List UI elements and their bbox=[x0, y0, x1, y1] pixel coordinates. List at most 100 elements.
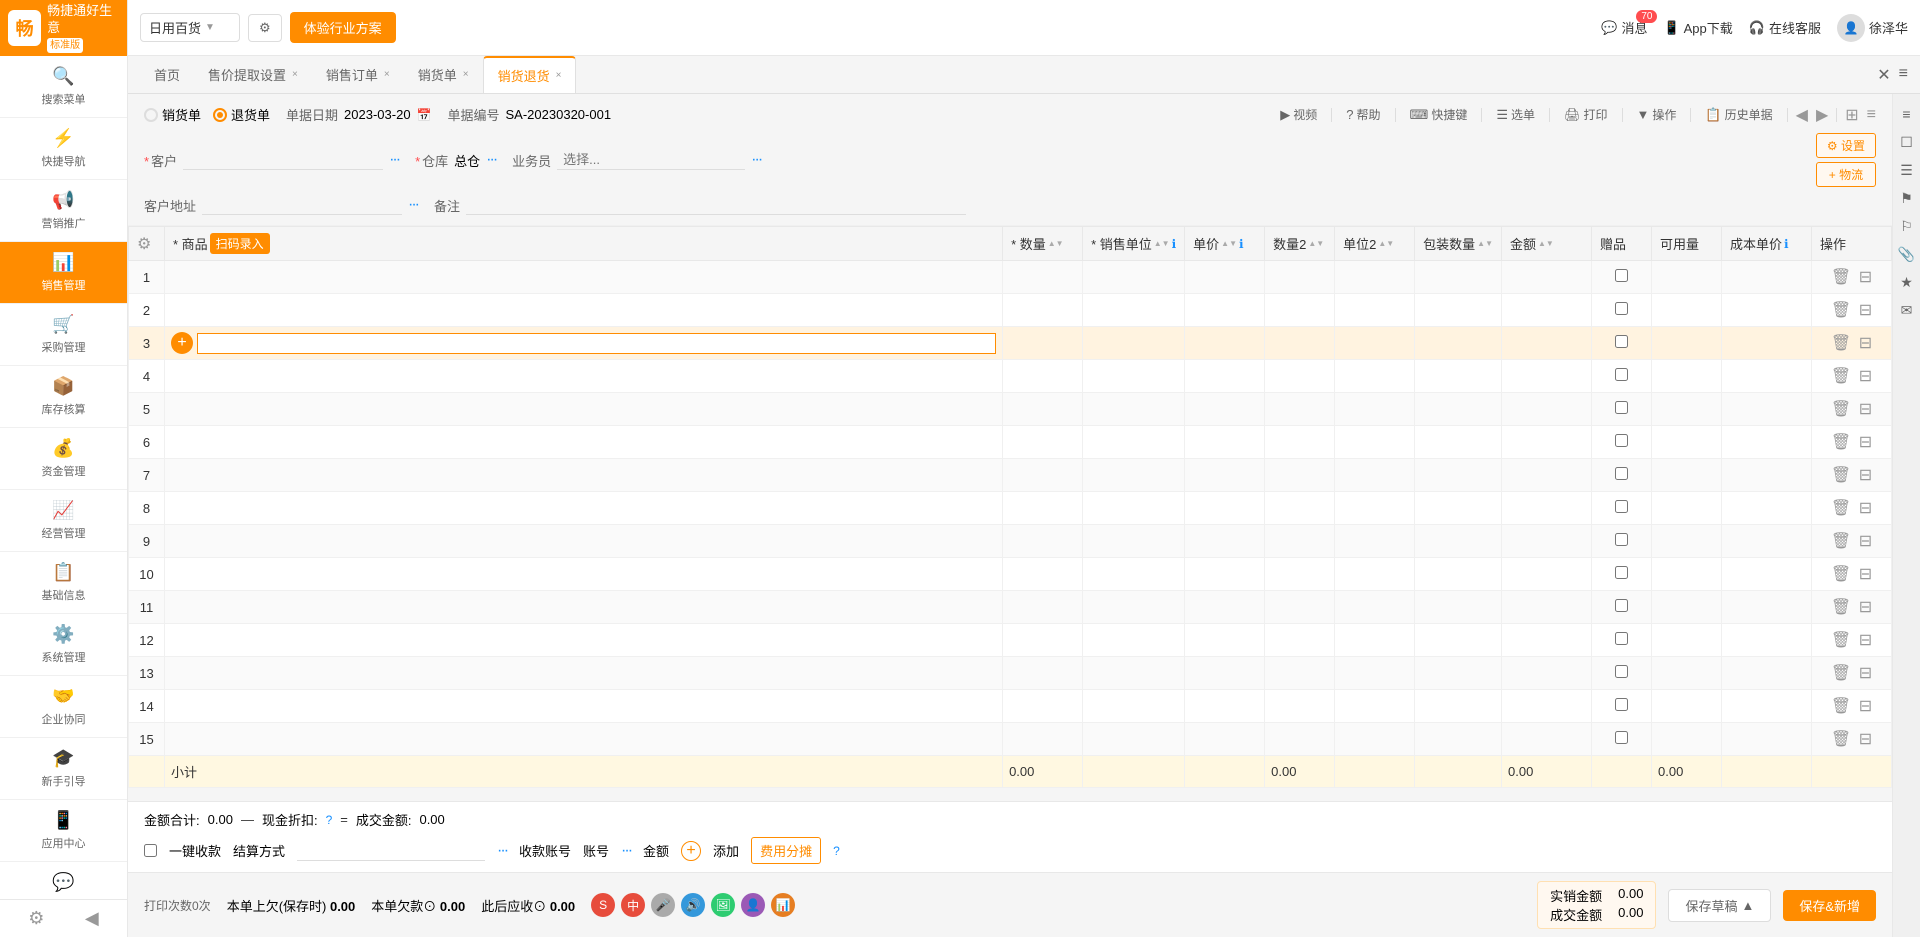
unit-cell-8[interactable] bbox=[1083, 492, 1185, 525]
avail-cell-9[interactable] bbox=[1652, 525, 1722, 558]
video-btn[interactable]: ▶ 视频 bbox=[1274, 104, 1323, 125]
nav-prev-icon[interactable]: ◀ bbox=[1796, 105, 1808, 125]
pack-cell-5[interactable] bbox=[1415, 393, 1502, 426]
qty2-cell-5[interactable] bbox=[1265, 393, 1335, 426]
pack-cell-2[interactable] bbox=[1415, 294, 1502, 327]
discount-help-icon[interactable]: ? bbox=[326, 813, 333, 827]
price-cell-7[interactable] bbox=[1185, 459, 1265, 492]
qty-cell-8[interactable] bbox=[1003, 492, 1083, 525]
qty2-cell-13[interactable] bbox=[1265, 657, 1335, 690]
collapse-icon[interactable]: ◀ bbox=[85, 908, 99, 929]
icon8[interactable]: ✉ bbox=[1895, 298, 1919, 322]
radio-return[interactable]: 退货单 bbox=[213, 105, 270, 124]
avail-cell-14[interactable] bbox=[1652, 690, 1722, 723]
gift-cell-9[interactable] bbox=[1592, 525, 1652, 558]
gift-cell-7[interactable] bbox=[1592, 459, 1652, 492]
amount-cell-10[interactable] bbox=[1502, 558, 1592, 591]
pack-cell-8[interactable] bbox=[1415, 492, 1502, 525]
qty-cell-1[interactable] bbox=[1003, 261, 1083, 294]
copy-btn-9[interactable]: ⊟ bbox=[1857, 529, 1874, 553]
gift-cell-12[interactable] bbox=[1592, 624, 1652, 657]
gift-cell-15[interactable] bbox=[1592, 723, 1652, 756]
unit2-cell-11[interactable] bbox=[1335, 591, 1415, 624]
qty2-cell-8[interactable] bbox=[1265, 492, 1335, 525]
settings-icon[interactable]: ⚙ bbox=[28, 908, 44, 929]
operation-btn[interactable]: ▼ 操作 bbox=[1631, 104, 1683, 125]
copy-btn-3[interactable]: ⊟ bbox=[1857, 331, 1874, 355]
radio-delivery[interactable]: 销货单 bbox=[144, 105, 201, 124]
one-click-payment-check[interactable] bbox=[144, 844, 157, 857]
qty2-cell-4[interactable] bbox=[1265, 360, 1335, 393]
sidebar-item-system[interactable]: ⚙️系统管理 bbox=[0, 614, 127, 676]
message-btn[interactable]: 💬 消息 70 bbox=[1601, 18, 1647, 37]
tab-menu-icon[interactable]: ≡ bbox=[1899, 65, 1908, 85]
avail-cell-15[interactable] bbox=[1652, 723, 1722, 756]
delete-btn-4[interactable]: 🗑 bbox=[1829, 364, 1853, 388]
add-payment-btn[interactable]: + bbox=[681, 841, 701, 861]
gift-check-12[interactable] bbox=[1615, 632, 1628, 645]
pack-cell-12[interactable] bbox=[1415, 624, 1502, 657]
table-settings-icon[interactable]: ⚙ bbox=[137, 236, 151, 253]
customer-dots[interactable]: ··· bbox=[389, 151, 399, 169]
avail-cell-2[interactable] bbox=[1652, 294, 1722, 327]
tab-sales-return[interactable]: 销货退货 × bbox=[483, 56, 577, 93]
qty2-cell-10[interactable] bbox=[1265, 558, 1335, 591]
delete-btn-10[interactable]: 🗑 bbox=[1829, 562, 1853, 586]
product-cell-9[interactable] bbox=[165, 525, 1003, 558]
copy-btn-13[interactable]: ⊟ bbox=[1857, 661, 1874, 685]
copy-btn-2[interactable]: ⊟ bbox=[1857, 298, 1874, 322]
unit2-cell-5[interactable] bbox=[1335, 393, 1415, 426]
unit2-cell-10[interactable] bbox=[1335, 558, 1415, 591]
copy-btn-6[interactable]: ⊟ bbox=[1857, 430, 1874, 454]
amount-cell-5[interactable] bbox=[1502, 393, 1592, 426]
price-cell-9[interactable] bbox=[1185, 525, 1265, 558]
online-service-btn[interactable]: 🎧 在线客服 bbox=[1749, 18, 1821, 37]
qty-cell-6[interactable] bbox=[1003, 426, 1083, 459]
cost-cell-9[interactable] bbox=[1722, 525, 1812, 558]
pack-cell-10[interactable] bbox=[1415, 558, 1502, 591]
cost-cell-4[interactable] bbox=[1722, 360, 1812, 393]
calc-method-input[interactable] bbox=[297, 841, 485, 861]
price-cell-2[interactable] bbox=[1185, 294, 1265, 327]
pack-cell-6[interactable] bbox=[1415, 426, 1502, 459]
history-btn[interactable]: 📋 历史单据 bbox=[1699, 104, 1778, 125]
sidebar-item-weixin[interactable]: 💬企业微信 bbox=[0, 862, 127, 899]
logistics-btn[interactable]: + 物流 bbox=[1816, 162, 1876, 187]
gift-check-8[interactable] bbox=[1615, 500, 1628, 513]
settings-form-btn[interactable]: ⚙ 设置 bbox=[1816, 133, 1876, 158]
voice-icon[interactable]: 🔊 bbox=[681, 893, 705, 917]
unit2-cell-12[interactable] bbox=[1335, 624, 1415, 657]
product-cell-1[interactable] bbox=[165, 261, 1003, 294]
gift-cell-1[interactable] bbox=[1592, 261, 1652, 294]
gift-check-15[interactable] bbox=[1615, 731, 1628, 744]
salesperson-dots[interactable]: ··· bbox=[751, 151, 761, 169]
qty2-cell-15[interactable] bbox=[1265, 723, 1335, 756]
gift-check-13[interactable] bbox=[1615, 665, 1628, 678]
qty2-cell-2[interactable] bbox=[1265, 294, 1335, 327]
avail-cell-11[interactable] bbox=[1652, 591, 1722, 624]
icon1[interactable]: ≡ bbox=[1895, 102, 1919, 126]
sidebar-item-quicknav[interactable]: ⚡快捷导航 bbox=[0, 118, 127, 180]
date-picker-icon[interactable]: 📅 bbox=[417, 108, 432, 122]
product-cell-15[interactable] bbox=[165, 723, 1003, 756]
gift-cell-11[interactable] bbox=[1592, 591, 1652, 624]
qty-cell-3[interactable] bbox=[1003, 327, 1083, 360]
unit2-cell-3[interactable] bbox=[1335, 327, 1415, 360]
account-dots[interactable]: ··· bbox=[621, 842, 631, 860]
delete-btn-12[interactable]: 🗑 bbox=[1829, 628, 1853, 652]
copy-btn-11[interactable]: ⊟ bbox=[1857, 595, 1874, 619]
amount-cell-9[interactable] bbox=[1502, 525, 1592, 558]
gift-check-7[interactable] bbox=[1615, 467, 1628, 480]
print-btn[interactable]: 🖨 打印 bbox=[1558, 104, 1614, 125]
price-cell-3[interactable] bbox=[1185, 327, 1265, 360]
sidebar-item-enterprise[interactable]: 🤝企业协同 bbox=[0, 676, 127, 738]
price-cell-4[interactable] bbox=[1185, 360, 1265, 393]
gift-cell-13[interactable] bbox=[1592, 657, 1652, 690]
product-input-3[interactable] bbox=[197, 333, 996, 354]
gift-check-9[interactable] bbox=[1615, 533, 1628, 546]
unit-cell-14[interactable] bbox=[1083, 690, 1185, 723]
unit2-cell-6[interactable] bbox=[1335, 426, 1415, 459]
unit-cell-9[interactable] bbox=[1083, 525, 1185, 558]
qty-cell-10[interactable] bbox=[1003, 558, 1083, 591]
avail-cell-6[interactable] bbox=[1652, 426, 1722, 459]
